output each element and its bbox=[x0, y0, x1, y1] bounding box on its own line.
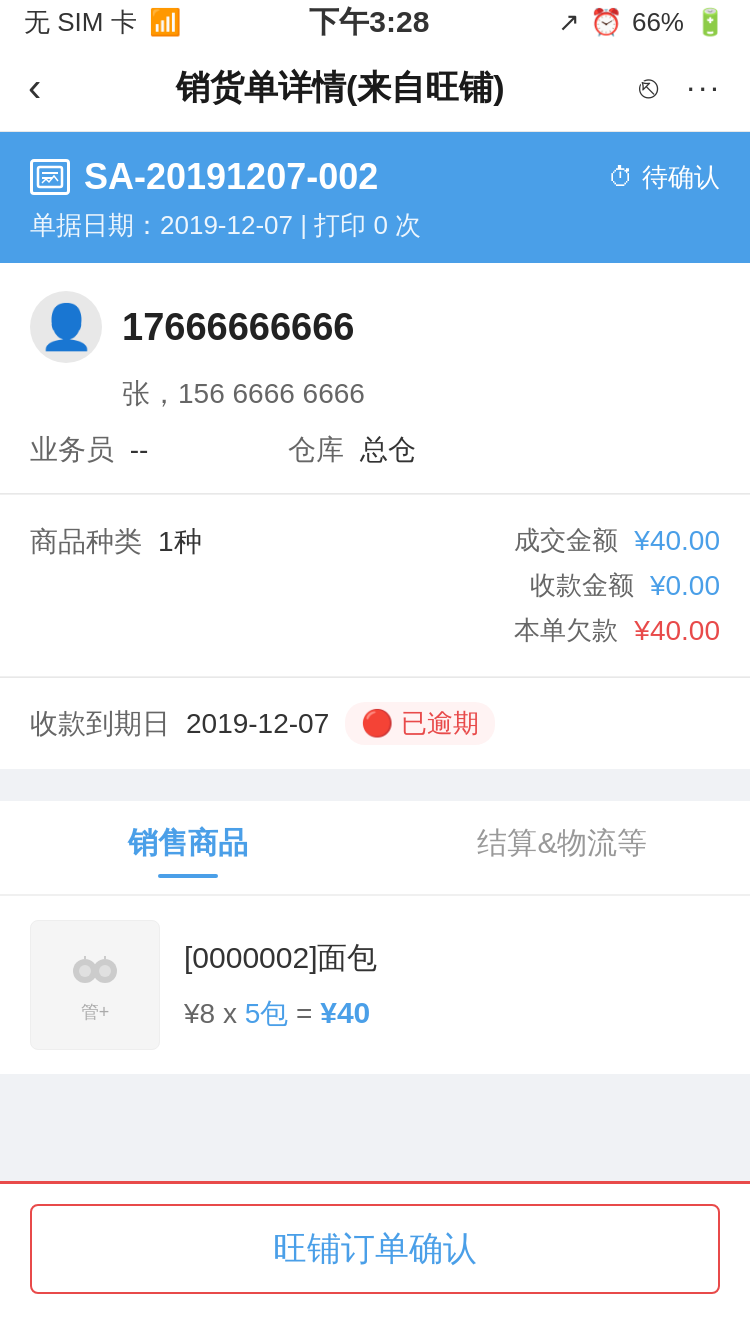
page-title: 销货单详情(来自旺铺) bbox=[176, 65, 505, 111]
tab-sales-products-label: 销售商品 bbox=[128, 823, 248, 864]
customer-phone-row: 👤 17666666666 bbox=[30, 291, 720, 363]
unit-price: ¥8 bbox=[184, 998, 215, 1029]
tab-active-underline bbox=[158, 874, 218, 878]
product-price: ¥8 x 5包 = ¥40 bbox=[184, 995, 720, 1033]
svg-point-6 bbox=[99, 965, 111, 977]
section-divider bbox=[0, 785, 750, 801]
customer-name: 张，156 6666 6666 bbox=[122, 375, 720, 413]
collection-row: 收款金额 ¥0.00 bbox=[530, 568, 720, 603]
owed-value: ¥40.00 bbox=[634, 615, 720, 647]
product-type-label: 商品种类 bbox=[30, 523, 142, 561]
collection-label: 收款金额 bbox=[530, 568, 634, 603]
tabs-section: 销售商品 结算&物流等 bbox=[0, 801, 750, 896]
alarm-icon: ⏰ bbox=[590, 7, 622, 38]
total-price: ¥40 bbox=[320, 996, 370, 1029]
product-item: 管+ [0000002]面包 ¥8 x 5包 = ¥40 bbox=[0, 896, 750, 1074]
collection-value: ¥0.00 bbox=[650, 570, 720, 602]
user-icon: 👤 bbox=[39, 301, 94, 353]
battery-icon: 🔋 bbox=[694, 7, 726, 38]
nav-actions: ⎋ ··· bbox=[639, 69, 722, 106]
status-right: ↗ ⏰ 66% 🔋 bbox=[558, 7, 726, 38]
back-button[interactable]: ‹ bbox=[28, 65, 41, 110]
battery-text: 66% bbox=[632, 7, 684, 38]
svg-point-5 bbox=[79, 965, 91, 977]
due-date-section: 收款到期日 2019-12-07 🔴 已逾期 bbox=[0, 678, 750, 769]
location-icon: ↗ bbox=[558, 7, 580, 38]
tab-sales-products[interactable]: 销售商品 bbox=[0, 801, 375, 894]
status-bar: 无 SIM 卡 📶 下午3:28 ↗ ⏰ 66% 🔋 bbox=[0, 0, 750, 44]
tab-settlement-logistics[interactable]: 结算&物流等 bbox=[375, 801, 750, 894]
order-id: SA-20191207-002 bbox=[30, 156, 378, 198]
time-display: 下午3:28 bbox=[309, 2, 429, 43]
product-type: 商品种类 1种 bbox=[30, 523, 514, 561]
order-date: 单据日期：2019-12-07 | 打印 0 次 bbox=[30, 208, 720, 243]
sales-rep-value: -- bbox=[130, 434, 149, 465]
order-header-top: SA-20191207-002 ⏱ 待确认 bbox=[30, 156, 720, 198]
thumbnail-text: 管+ bbox=[81, 1000, 110, 1024]
warehouse-value: 总仓 bbox=[360, 434, 416, 465]
overdue-text: 已逾期 bbox=[401, 706, 479, 741]
wifi-icon: 📶 bbox=[149, 7, 181, 38]
transaction-label: 成交金额 bbox=[514, 523, 618, 558]
transaction-value: ¥40.00 bbox=[634, 525, 720, 557]
order-header: SA-20191207-002 ⏱ 待确认 单据日期：2019-12-07 | … bbox=[0, 132, 750, 263]
sales-rep: 业务员 -- bbox=[30, 431, 148, 469]
amounts-section: 商品种类 1种 成交金额 ¥40.00 收款金额 ¥0.00 本单欠款 ¥40.… bbox=[0, 494, 750, 677]
customer-phone: 17666666666 bbox=[122, 306, 354, 349]
confirm-order-button[interactable]: 旺铺订单确认 bbox=[30, 1204, 720, 1294]
equals-sign: = bbox=[296, 998, 320, 1029]
bottom-bar: 旺铺订单确认 bbox=[0, 1181, 750, 1334]
due-date-value: 2019-12-07 bbox=[186, 708, 329, 740]
quantity: 5包 bbox=[245, 998, 289, 1029]
owed-row: 本单欠款 ¥40.00 bbox=[514, 613, 720, 648]
nav-bar: ‹ 销货单详情(来自旺铺) ⎋ ··· bbox=[0, 44, 750, 132]
overdue-badge: 🔴 已逾期 bbox=[345, 702, 495, 745]
avatar: 👤 bbox=[30, 291, 102, 363]
product-type-value: 1种 bbox=[158, 523, 202, 561]
customer-meta: 业务员 -- 仓库 总仓 bbox=[30, 431, 720, 469]
warehouse: 仓库 总仓 bbox=[288, 431, 416, 469]
share-icon[interactable]: ⎋ bbox=[639, 69, 658, 106]
multiply-sign: x bbox=[223, 998, 245, 1029]
owed-label: 本单欠款 bbox=[514, 613, 618, 648]
customer-section: 👤 17666666666 张，156 6666 6666 业务员 -- 仓库 … bbox=[0, 263, 750, 493]
overdue-icon: 🔴 bbox=[361, 708, 393, 739]
product-thumbnail: 管+ bbox=[30, 920, 160, 1050]
transaction-row: 成交金额 ¥40.00 bbox=[514, 523, 720, 558]
order-status: ⏱ 待确认 bbox=[608, 160, 720, 195]
clock-icon: ⏱ bbox=[608, 162, 634, 193]
product-name: [0000002]面包 bbox=[184, 938, 720, 979]
carrier-text: 无 SIM 卡 bbox=[24, 5, 137, 40]
tab-settlement-logistics-label: 结算&物流等 bbox=[477, 823, 647, 864]
status-left: 无 SIM 卡 📶 bbox=[24, 5, 181, 40]
product-info: [0000002]面包 ¥8 x 5包 = ¥40 bbox=[184, 938, 720, 1033]
amounts-right: 成交金额 ¥40.00 收款金额 ¥0.00 本单欠款 ¥40.00 bbox=[514, 523, 720, 648]
order-icon bbox=[30, 159, 70, 195]
more-options-icon[interactable]: ··· bbox=[686, 69, 722, 106]
due-date-label: 收款到期日 bbox=[30, 705, 170, 743]
